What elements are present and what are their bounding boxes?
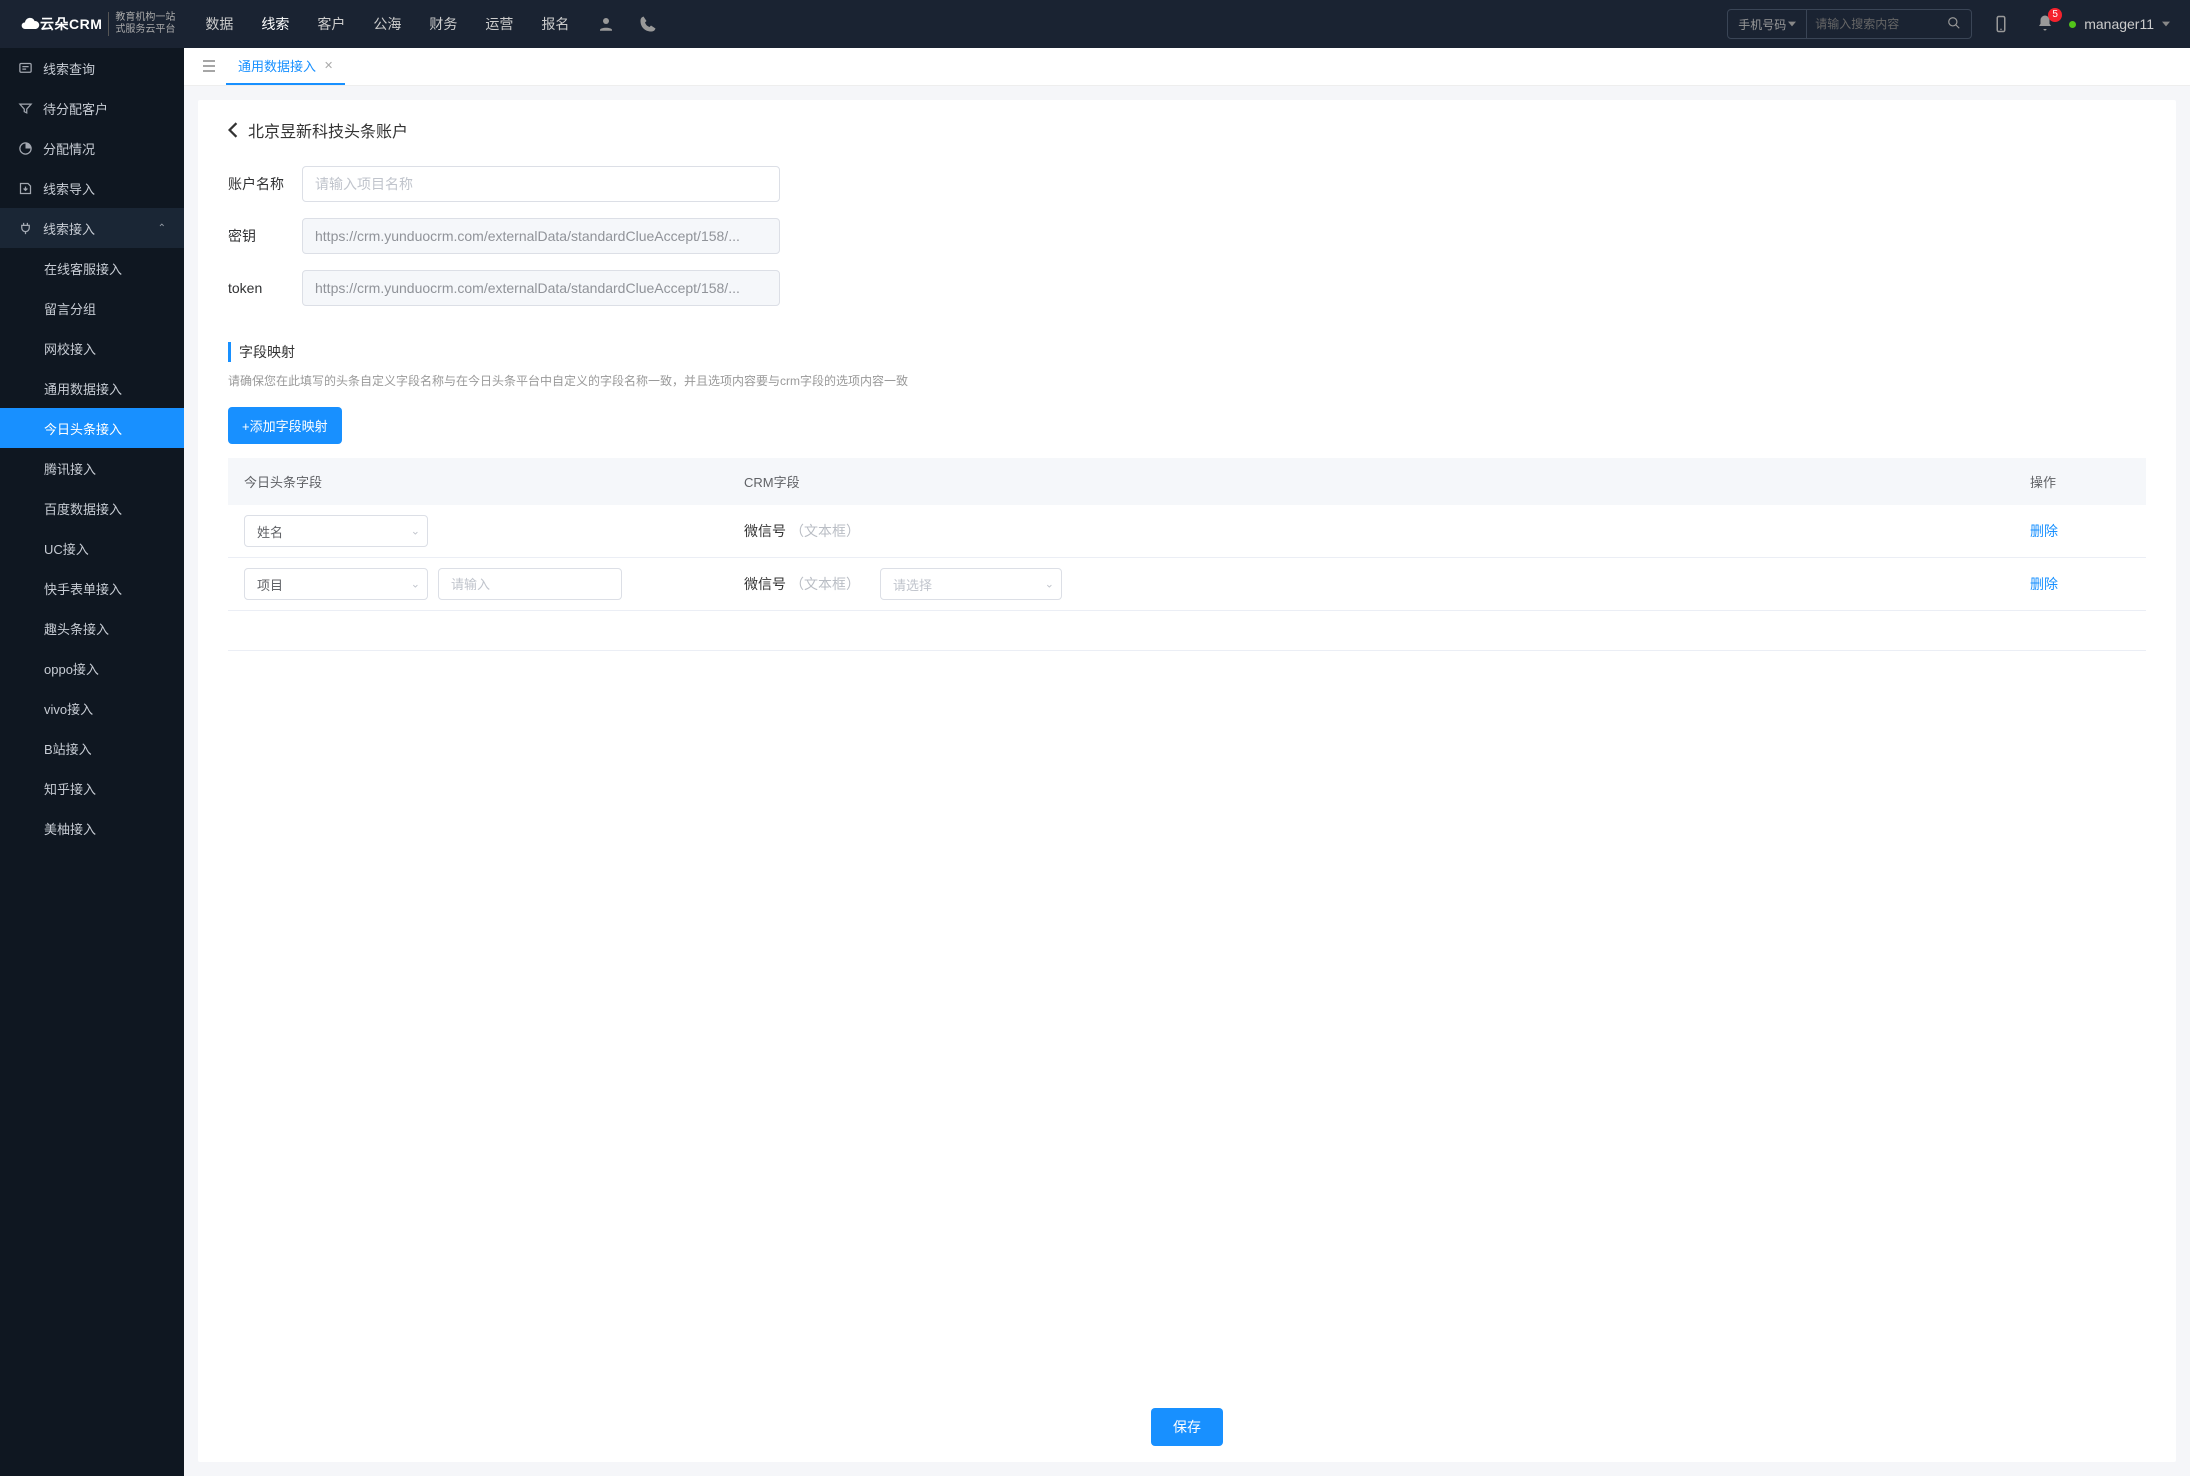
main-area: 通用数据接入 ✕ 北京昱新科技头条账户 账户名称 密钥 token xyxy=(184,48,2190,1476)
nav-ops[interactable]: 运营 xyxy=(485,14,513,34)
col-header-tt: 今日头条字段 xyxy=(244,472,744,491)
sidebar-item[interactable]: 线索导入 xyxy=(0,168,184,208)
add-mapping-button[interactable]: +添加字段映射 xyxy=(228,407,342,444)
crm-field-label: 微信号 xyxy=(744,523,786,539)
sidebar: 线索查询待分配客户分配情况线索导入线索接入⌃在线客服接入留言分组网校接入通用数据… xyxy=(0,48,184,1476)
section-title: 字段映射 xyxy=(228,342,2146,362)
nav-finance[interactable]: 财务 xyxy=(429,14,457,34)
account-name-label: 账户名称 xyxy=(228,174,302,194)
nav-sea[interactable]: 公海 xyxy=(373,14,401,34)
footer: 保存 xyxy=(228,1392,2146,1462)
tt-field-select[interactable]: 项目 ⌄ xyxy=(244,568,428,600)
crm-field-select[interactable]: 请选择 ⌄ xyxy=(880,568,1062,600)
nav-enroll[interactable]: 报名 xyxy=(541,14,569,34)
section-description: 请确保您在此填写的头条自定义字段名称与在今日头条平台中自定义的字段名称一致，并且… xyxy=(228,372,2146,389)
page-title: 北京昱新科技头条账户 xyxy=(248,118,408,142)
phone-icon[interactable] xyxy=(639,15,657,33)
tabs-bar: 通用数据接入 ✕ xyxy=(184,48,2190,86)
form-row-token: token xyxy=(228,270,2146,306)
search-icon xyxy=(1947,16,1961,30)
extra-input[interactable] xyxy=(438,568,622,600)
field-mapping-section: 字段映射 请确保您在此填写的头条自定义字段名称与在今日头条平台中自定义的字段名称… xyxy=(228,342,2146,651)
sidebar-item[interactable]: 分配情况 xyxy=(0,128,184,168)
sidebar-subitem[interactable]: 在线客服接入 xyxy=(0,248,184,288)
crm-field-hint: （文本框） xyxy=(790,576,860,592)
sidebar-subitem[interactable]: 百度数据接入 xyxy=(0,488,184,528)
table-row: 姓名 ⌄ 微信号（文本框） 删除 xyxy=(228,505,2146,558)
user-menu[interactable]: manager11 xyxy=(2069,16,2170,32)
notification-badge: 5 xyxy=(2048,8,2062,22)
tab-current[interactable]: 通用数据接入 ✕ xyxy=(226,48,345,85)
sidebar-item[interactable]: 线索接入⌃ xyxy=(0,208,184,248)
search-button[interactable] xyxy=(1937,16,1971,33)
token-label: token xyxy=(228,280,302,296)
sidebar-item[interactable]: 线索查询 xyxy=(0,48,184,88)
key-label: 密钥 xyxy=(228,226,302,246)
top-navbar: 云朵CRM 教育机构一站 式服务云平台 数据 线索 客户 公海 财务 运营 报名… xyxy=(0,0,2190,48)
sidebar-subitem[interactable]: 今日头条接入 xyxy=(0,408,184,448)
nav-data[interactable]: 数据 xyxy=(205,14,233,34)
logo-subtext: 教育机构一站 式服务云平台 xyxy=(108,12,175,36)
crm-field-hint: （文本框） xyxy=(790,523,860,539)
crm-field-label: 微信号 xyxy=(744,576,786,592)
hamburger-icon xyxy=(202,60,216,72)
save-button[interactable]: 保存 xyxy=(1151,1408,1223,1446)
chevron-down-icon xyxy=(2162,21,2170,27)
col-header-action: 操作 xyxy=(2030,472,2130,491)
tab-close-button[interactable]: ✕ xyxy=(324,59,333,72)
nav-icon-group xyxy=(597,15,657,33)
logo: 云朵CRM 教育机构一站 式服务云平台 xyxy=(20,12,175,36)
sidebar-subitem[interactable]: 腾讯接入 xyxy=(0,448,184,488)
sidebar-subitem[interactable]: 趣头条接入 xyxy=(0,608,184,648)
sidebar-subitem[interactable]: vivo接入 xyxy=(0,688,184,728)
table-row: 项目 ⌄ 微信号（文本框） 请选择 ⌄ xyxy=(228,558,2146,611)
nav-menu: 数据 线索 客户 公海 财务 运营 报名 xyxy=(205,14,569,34)
topbar-right-icons: 5 xyxy=(1992,14,2054,35)
sidebar-subitem[interactable]: 美柚接入 xyxy=(0,808,184,848)
sidebar-subitem[interactable]: 知乎接入 xyxy=(0,768,184,808)
notification-bell[interactable]: 5 xyxy=(2036,14,2054,35)
cloud-icon xyxy=(20,14,40,34)
sidebar-subitem[interactable]: 留言分组 xyxy=(0,288,184,328)
sidebar-item[interactable]: 待分配客户 xyxy=(0,88,184,128)
key-input[interactable] xyxy=(302,218,780,254)
search-type-select[interactable]: 手机号码 xyxy=(1728,10,1807,38)
account-name-input[interactable] xyxy=(302,166,780,202)
sidebar-subitem[interactable]: 网校接入 xyxy=(0,328,184,368)
page-header: 北京昱新科技头条账户 xyxy=(228,118,2146,142)
sidebar-subitem[interactable]: UC接入 xyxy=(0,528,184,568)
logo-text: 云朵CRM xyxy=(40,14,102,34)
sidebar-collapse-button[interactable] xyxy=(192,59,226,75)
tt-field-select[interactable]: 姓名 ⌄ xyxy=(244,515,428,547)
token-input[interactable] xyxy=(302,270,780,306)
form-row-name: 账户名称 xyxy=(228,166,2146,202)
chevron-up-icon: ⌃ xyxy=(158,223,166,234)
search-box: 手机号码 xyxy=(1727,9,1972,39)
online-indicator xyxy=(2069,21,2076,28)
sidebar-subitem[interactable]: oppo接入 xyxy=(0,648,184,688)
search-input[interactable] xyxy=(1807,17,1937,31)
table-header: 今日头条字段 CRM字段 操作 xyxy=(228,458,2146,505)
mobile-icon[interactable] xyxy=(1992,15,2010,33)
sidebar-subitem[interactable]: B站接入 xyxy=(0,728,184,768)
sidebar-subitem[interactable]: 快手表单接入 xyxy=(0,568,184,608)
user-icon[interactable] xyxy=(597,15,615,33)
tab-label: 通用数据接入 xyxy=(238,56,316,75)
nav-customers[interactable]: 客户 xyxy=(317,14,345,34)
username: manager11 xyxy=(2084,16,2154,32)
back-icon[interactable] xyxy=(228,122,238,138)
table-row-spacer xyxy=(228,611,2146,651)
delete-button[interactable]: 删除 xyxy=(2030,576,2058,592)
mapping-table: 今日头条字段 CRM字段 操作 姓名 ⌄ 微信号（文本 xyxy=(228,458,2146,651)
delete-button[interactable]: 删除 xyxy=(2030,523,2058,539)
page-content: 北京昱新科技头条账户 账户名称 密钥 token 字段映射 请确保您在此填写的头… xyxy=(198,100,2176,1462)
sidebar-subitem[interactable]: 通用数据接入 xyxy=(0,368,184,408)
col-header-crm: CRM字段 xyxy=(744,472,2030,491)
chevron-down-icon xyxy=(1788,21,1796,27)
form-row-key: 密钥 xyxy=(228,218,2146,254)
nav-clues[interactable]: 线索 xyxy=(261,14,289,34)
